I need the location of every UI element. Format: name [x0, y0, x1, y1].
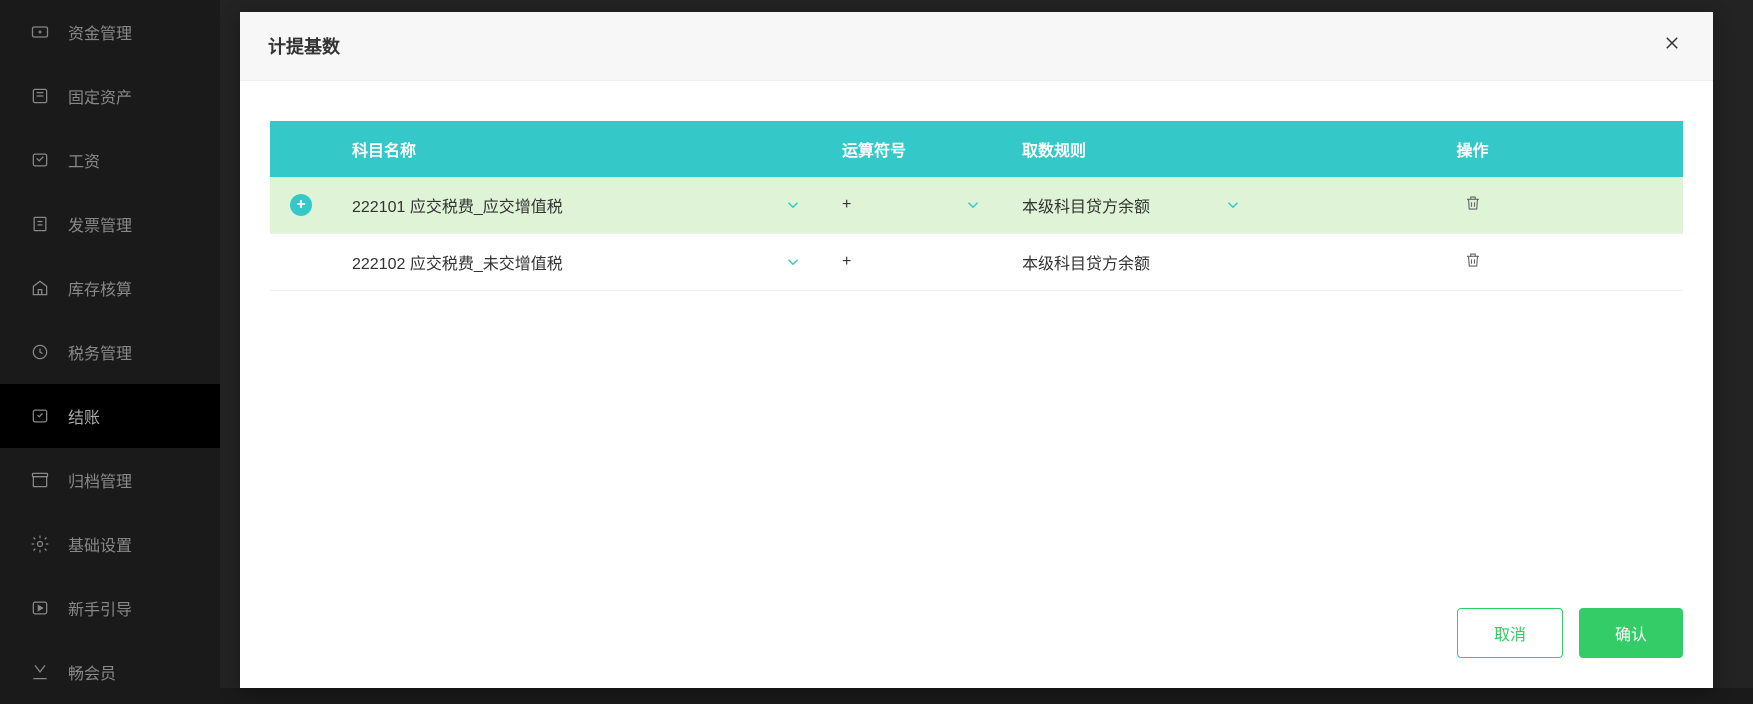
sidebar-item-label: 基础设置 — [68, 532, 132, 556]
table-body: + 222101 应交税费_应交增值税 + — [270, 177, 1683, 291]
rule-value: 本级科目贷方余额 — [1022, 193, 1150, 217]
sidebar-item-inventory[interactable]: 库存核算 — [0, 256, 220, 320]
sidebar-item-member[interactable]: 畅会员 — [0, 640, 220, 704]
invoice-icon — [30, 214, 50, 234]
sidebar-item-label: 结账 — [68, 404, 100, 428]
sidebar-item-label: 畅会员 — [68, 660, 116, 684]
subject-cell[interactable]: 222101 应交税费_应交增值税 — [332, 177, 822, 234]
modal-body: 科目名称 运算符号 取数规则 操作 + 222101 应交税费_应交增值税 — [240, 81, 1713, 588]
modal-footer: 取消 确认 — [240, 588, 1713, 688]
sidebar-item-closing[interactable]: 结账 — [0, 384, 220, 448]
chevron-down-icon — [784, 196, 802, 214]
sidebar: 资金管理 固定资产 工资 发票管理 库存核算 税务管理 结账 — [0, 0, 220, 688]
add-cell: + — [270, 177, 332, 234]
sidebar-item-invoice[interactable]: 发票管理 — [0, 192, 220, 256]
chevron-down-icon — [964, 196, 982, 214]
inventory-icon — [30, 278, 50, 298]
chevron-down-icon — [784, 253, 802, 271]
member-icon — [30, 662, 50, 682]
sidebar-item-tax[interactable]: 税务管理 — [0, 320, 220, 384]
chevron-down-icon — [1224, 196, 1242, 214]
modal-header: 计提基数 — [240, 12, 1713, 81]
modal-title: 计提基数 — [268, 33, 340, 59]
action-cell — [1262, 177, 1683, 234]
operator-cell[interactable]: + — [822, 234, 1002, 291]
sidebar-item-label: 归档管理 — [68, 468, 132, 492]
tax-icon — [30, 342, 50, 362]
add-cell — [270, 234, 332, 291]
subject-cell[interactable]: 222102 应交税费_未交增值税 — [332, 234, 822, 291]
trash-icon — [1464, 194, 1482, 215]
sidebar-item-label: 资金管理 — [68, 20, 132, 44]
gear-icon — [30, 534, 50, 554]
sidebar-item-label: 库存核算 — [68, 276, 132, 300]
sidebar-item-label: 税务管理 — [68, 340, 132, 364]
table-header-add — [270, 121, 332, 177]
close-icon — [1663, 35, 1681, 57]
sidebar-item-assets[interactable]: 固定资产 — [0, 64, 220, 128]
sidebar-item-label: 发票管理 — [68, 212, 132, 236]
table-header-action: 操作 — [1262, 121, 1683, 177]
table-header-operator: 运算符号 — [822, 121, 1002, 177]
rule-value: 本级科目贷方余额 — [1022, 250, 1150, 274]
table-header-subject: 科目名称 — [332, 121, 822, 177]
funds-icon — [30, 22, 50, 42]
accrual-table: 科目名称 运算符号 取数规则 操作 + 222101 应交税费_应交增值税 — [270, 121, 1683, 291]
modal-dialog: 计提基数 科目名称 运算符号 取数规则 操作 + — [240, 12, 1713, 688]
table-row: 222102 应交税费_未交增值税 + 本级科目贷方余额 — [270, 234, 1683, 291]
action-cell — [1262, 234, 1683, 291]
add-row-button[interactable]: + — [290, 194, 312, 216]
rule-cell[interactable]: 本级科目贷方余额 — [1002, 177, 1262, 234]
confirm-button[interactable]: 确认 — [1579, 608, 1683, 658]
operator-cell[interactable]: + — [822, 177, 1002, 234]
sidebar-item-archive[interactable]: 归档管理 — [0, 448, 220, 512]
sidebar-item-label: 工资 — [68, 148, 100, 172]
guide-icon — [30, 598, 50, 618]
close-button[interactable] — [1659, 30, 1685, 62]
delete-row-button[interactable] — [1464, 194, 1482, 215]
trash-icon — [1464, 251, 1482, 272]
operator-value: + — [842, 196, 851, 214]
sidebar-item-label: 新手引导 — [68, 596, 132, 620]
sidebar-item-salary[interactable]: 工资 — [0, 128, 220, 192]
sidebar-item-funds[interactable]: 资金管理 — [0, 0, 220, 64]
salary-icon — [30, 150, 50, 170]
table-header-rule: 取数规则 — [1002, 121, 1262, 177]
subject-value: 222102 应交税费_未交增值税 — [352, 250, 563, 274]
sidebar-item-label: 固定资产 — [68, 84, 132, 108]
archive-icon — [30, 470, 50, 490]
cancel-button[interactable]: 取消 — [1457, 608, 1563, 658]
closing-icon — [30, 406, 50, 426]
assets-icon — [30, 86, 50, 106]
operator-value: + — [842, 253, 851, 271]
sidebar-item-guide[interactable]: 新手引导 — [0, 576, 220, 640]
subject-value: 222101 应交税费_应交增值税 — [352, 193, 563, 217]
table-row: + 222101 应交税费_应交增值税 + — [270, 177, 1683, 234]
sidebar-item-settings[interactable]: 基础设置 — [0, 512, 220, 576]
rule-cell[interactable]: 本级科目贷方余额 — [1002, 234, 1262, 291]
delete-row-button[interactable] — [1464, 251, 1482, 272]
